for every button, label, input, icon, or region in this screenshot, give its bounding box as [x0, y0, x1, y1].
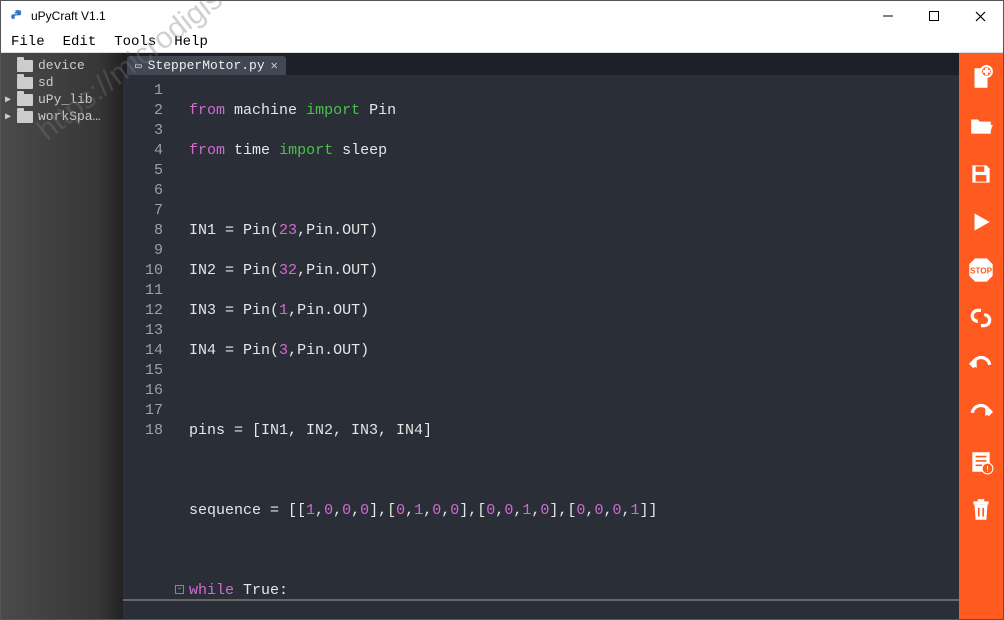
tab-close-icon[interactable]: ✕ — [271, 58, 278, 73]
open-file-icon[interactable] — [966, 111, 996, 141]
tab-bar: ▭ StepperMotor.py ✕ — [123, 53, 959, 75]
file-tree: device sd ▶ uPy_lib ▶ workSpa… — [1, 53, 123, 619]
tree-arrow: ▶ — [5, 94, 17, 106]
code-editor[interactable]: 123 456 789 101112 131415 161718 from ma… — [123, 75, 959, 599]
window-title: uPyCraft V1.1 — [31, 9, 106, 23]
editor-panel: ▭ StepperMotor.py ✕ 123 456 789 101112 1… — [123, 53, 959, 619]
close-button[interactable] — [957, 1, 1003, 31]
menu-tools[interactable]: Tools — [114, 34, 156, 50]
tree-label: uPy_lib — [38, 92, 93, 107]
code-content[interactable]: from machine import Pin from time import… — [173, 75, 959, 599]
new-file-icon[interactable]: + — [966, 63, 996, 93]
tree-label: workSpa… — [38, 109, 100, 124]
svg-text:!: ! — [986, 464, 988, 474]
tree-label: device — [38, 58, 85, 73]
tree-item-workspace[interactable]: ▶ workSpa… — [1, 108, 123, 125]
clear-icon[interactable] — [966, 495, 996, 525]
folder-icon — [17, 60, 33, 72]
tab-label: StepperMotor.py — [148, 58, 265, 73]
tree-item-upy-lib[interactable]: ▶ uPy_lib — [1, 91, 123, 108]
menu-bar: File Edit Tools Help — [1, 31, 1003, 53]
save-icon[interactable] — [966, 159, 996, 189]
redo-icon[interactable] — [966, 399, 996, 429]
connect-icon[interactable] — [966, 303, 996, 333]
tree-arrow: ▶ — [5, 111, 17, 123]
menu-file[interactable]: File — [11, 34, 45, 50]
tree-item-sd[interactable]: sd — [1, 74, 123, 91]
folder-icon — [17, 77, 33, 89]
main-area: device sd ▶ uPy_lib ▶ workSpa… ▭ Stepper… — [1, 53, 1003, 619]
tree-label: sd — [38, 75, 54, 90]
maximize-button[interactable] — [911, 1, 957, 31]
line-gutter: 123 456 789 101112 131415 161718 — [123, 75, 173, 599]
menu-edit[interactable]: Edit — [63, 34, 97, 50]
stop-icon[interactable]: STOP — [966, 255, 996, 285]
tab-file-icon: ▭ — [135, 59, 142, 73]
syntax-check-icon[interactable]: ! — [966, 447, 996, 477]
menu-help[interactable]: Help — [174, 34, 208, 50]
tab-steppermotor[interactable]: ▭ StepperMotor.py ✕ — [127, 56, 286, 75]
svg-text:+: + — [984, 67, 990, 78]
run-icon[interactable] — [966, 207, 996, 237]
app-logo-icon — [9, 8, 25, 24]
folder-icon — [17, 111, 33, 123]
minimize-button[interactable] — [865, 1, 911, 31]
fold-marker-icon[interactable]: - — [175, 585, 184, 594]
title-bar: uPyCraft V1.1 — [1, 1, 1003, 31]
console-panel[interactable] — [123, 599, 959, 619]
tree-item-device[interactable]: device — [1, 57, 123, 74]
right-toolbar: + STOP ! — [959, 53, 1003, 619]
folder-icon — [17, 94, 33, 106]
undo-icon[interactable] — [966, 351, 996, 381]
svg-text:STOP: STOP — [970, 267, 993, 276]
